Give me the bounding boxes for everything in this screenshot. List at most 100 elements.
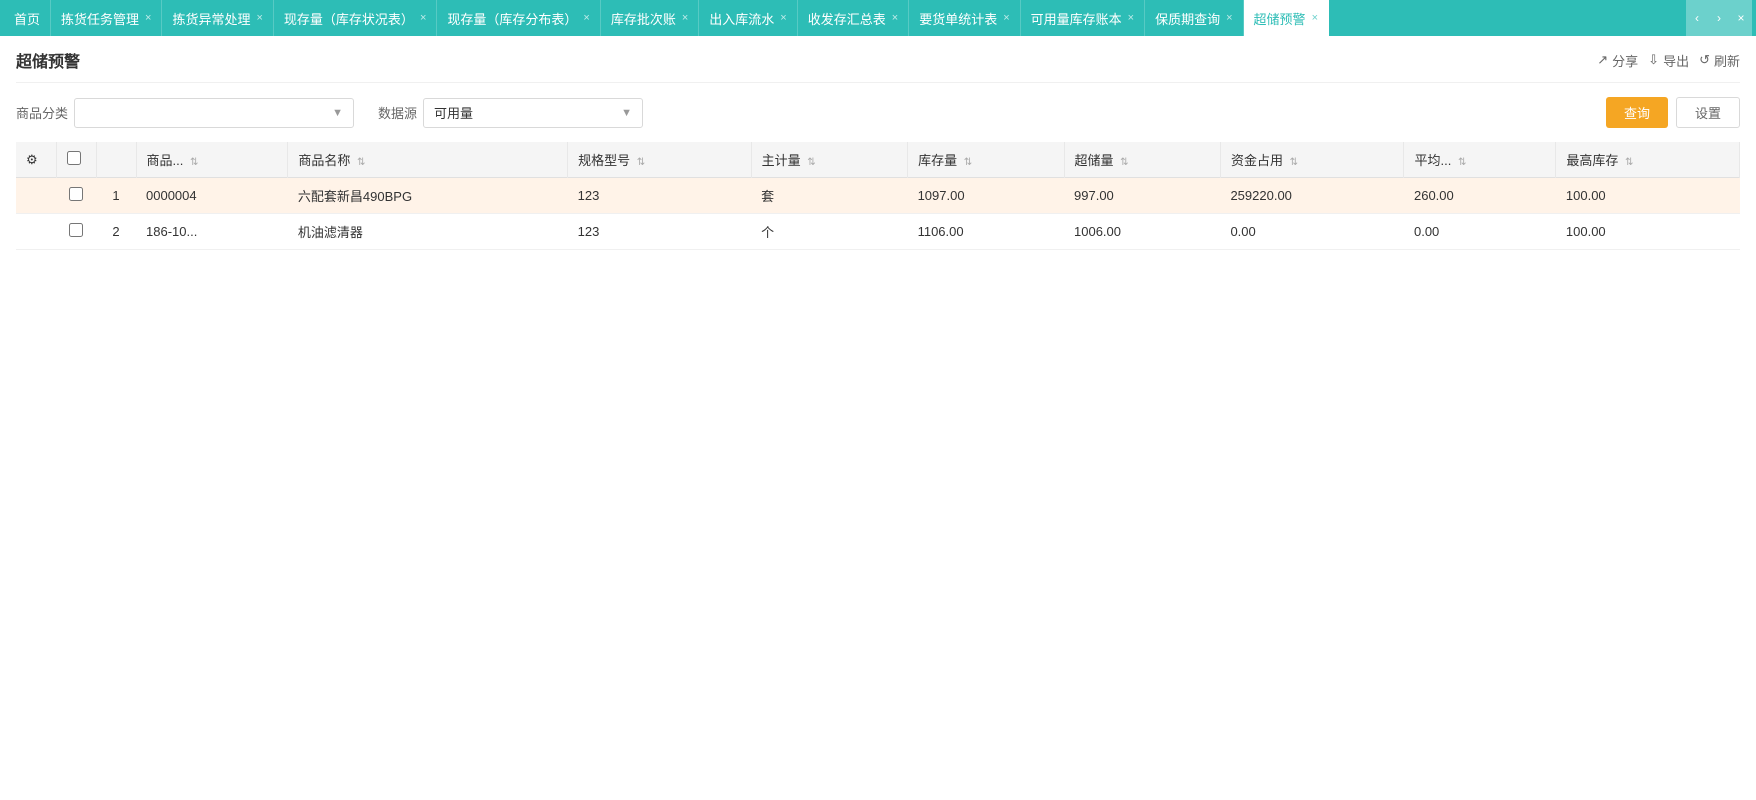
nav-tab-order-stats[interactable]: 要货单统计表 ×	[909, 0, 1020, 36]
nav-tab-pick-exception[interactable]: 拣货异常处理 ×	[162, 0, 273, 36]
th-maxstock[interactable]: 最高库存 ⇅	[1556, 142, 1740, 178]
close-icon[interactable]: ×	[256, 12, 262, 24]
row-unit: 个	[751, 214, 907, 250]
row-num: 1	[96, 178, 136, 214]
nav-arrow-right[interactable]: ›	[1708, 0, 1730, 36]
category-filter: 商品分类 ▼	[16, 98, 354, 128]
sort-icon: ⇅	[190, 157, 198, 168]
nav-tab-stock-status[interactable]: 现存量（库存状况表） ×	[274, 0, 437, 36]
row-maxstock: 100.00	[1556, 178, 1740, 214]
row-name: 六配套新昌490BPG	[288, 178, 568, 214]
filter-actions: 查询 设置	[1606, 97, 1740, 128]
close-icon[interactable]: ×	[1003, 12, 1009, 24]
nav-tab-home[interactable]: 首页	[4, 0, 51, 36]
close-icon[interactable]: ×	[1226, 12, 1232, 24]
th-code[interactable]: 商品... ⇅	[136, 142, 288, 178]
th-stock[interactable]: 库存量 ⇅	[908, 142, 1064, 178]
th-overstock-label: 超储量	[1075, 153, 1114, 168]
category-select[interactable]: ▼	[74, 98, 354, 128]
data-table: ⚙ 商品... ⇅ 商品名称 ⇅ 规格型号 ⇅	[16, 142, 1740, 250]
th-stock-label: 库存量	[918, 153, 957, 168]
th-avg[interactable]: 平均... ⇅	[1404, 142, 1556, 178]
th-name-label: 商品名称	[298, 153, 350, 168]
row-settings-cell	[16, 178, 56, 214]
th-spec[interactable]: 规格型号 ⇅	[568, 142, 752, 178]
table-header-row: ⚙ 商品... ⇅ 商品名称 ⇅ 规格型号 ⇅	[16, 142, 1740, 178]
th-checkbox[interactable]	[56, 142, 96, 178]
page-title: 超储预警	[16, 48, 80, 72]
chevron-down-icon: ▼	[332, 107, 343, 119]
settings-gear-icon: ⚙	[26, 152, 38, 167]
close-icon[interactable]: ×	[1312, 12, 1318, 24]
row-overstock: 997.00	[1064, 178, 1220, 214]
th-unit[interactable]: 主计量 ⇅	[751, 142, 907, 178]
datasource-select[interactable]: 可用量 ▼	[423, 98, 643, 128]
nav-arrows: ‹ › ×	[1686, 0, 1752, 36]
nav-tab-available-stock[interactable]: 可用量库存账本 ×	[1021, 0, 1145, 36]
sort-icon: ⇅	[1458, 157, 1466, 168]
close-icon[interactable]: ×	[682, 12, 688, 24]
share-button[interactable]: ↗ 分享	[1597, 51, 1638, 70]
close-icon[interactable]: ×	[583, 12, 589, 24]
row-unit: 套	[751, 178, 907, 214]
filter-row: 商品分类 ▼ 数据源 可用量 ▼ 查询 设置	[16, 83, 1740, 138]
sort-icon: ⇅	[1120, 157, 1128, 168]
row-capital: 0.00	[1220, 214, 1404, 250]
nav-tab-summary[interactable]: 收发存汇总表 ×	[798, 0, 909, 36]
close-icon[interactable]: ×	[420, 12, 426, 24]
export-button[interactable]: ⇩ 导出	[1648, 51, 1689, 70]
th-overstock[interactable]: 超储量 ⇅	[1064, 142, 1220, 178]
row-spec: 123	[568, 178, 752, 214]
header-actions: ↗ 分享 ⇩ 导出 ↺ 刷新	[1597, 51, 1740, 70]
close-icon[interactable]: ×	[780, 12, 786, 24]
nav-arrow-left[interactable]: ‹	[1686, 0, 1708, 36]
th-settings[interactable]: ⚙	[16, 142, 56, 178]
th-capital[interactable]: 资金占用 ⇅	[1220, 142, 1404, 178]
page-header: 超储预警 ↗ 分享 ⇩ 导出 ↺ 刷新	[16, 36, 1740, 83]
row-checkbox-cell[interactable]	[56, 214, 96, 250]
top-navigation: 首页 拣货任务管理 × 拣货异常处理 × 现存量（库存状况表） × 现存量（库存…	[0, 0, 1756, 36]
nav-tab-stock-dist[interactable]: 现存量（库存分布表） ×	[437, 0, 600, 36]
nav-tab-flow[interactable]: 出入库流水 ×	[699, 0, 797, 36]
th-code-label: 商品...	[147, 153, 184, 168]
th-maxstock-label: 最高库存	[1566, 153, 1618, 168]
category-label: 商品分类	[16, 103, 68, 122]
th-unit-label: 主计量	[762, 153, 801, 168]
row-num: 2	[96, 214, 136, 250]
refresh-button[interactable]: ↺ 刷新	[1699, 51, 1740, 70]
sort-icon: ⇅	[807, 157, 815, 168]
settings-button[interactable]: 设置	[1676, 97, 1740, 128]
nav-tab-pick-task[interactable]: 拣货任务管理 ×	[51, 0, 162, 36]
row-checkbox-cell[interactable]	[56, 178, 96, 214]
row-code: 186-10...	[136, 214, 288, 250]
page-content: 超储预警 ↗ 分享 ⇩ 导出 ↺ 刷新 商品分类 ▼ 数据源	[0, 36, 1756, 800]
datasource-select-value: 可用量	[434, 103, 473, 122]
table-row: 2 186-10... 机油滤清器 123 个 1106.00 1006.00 …	[16, 214, 1740, 250]
close-icon[interactable]: ×	[892, 12, 898, 24]
close-icon[interactable]: ×	[145, 12, 151, 24]
close-icon[interactable]: ×	[1128, 12, 1134, 24]
nav-tab-expiry[interactable]: 保质期查询 ×	[1145, 0, 1243, 36]
row-settings-cell	[16, 214, 56, 250]
nav-tab-stock-batch[interactable]: 库存批次账 ×	[601, 0, 699, 36]
nav-arrow-close[interactable]: ×	[1730, 0, 1752, 36]
row-checkbox[interactable]	[69, 223, 83, 237]
datasource-filter: 数据源 可用量 ▼	[378, 98, 643, 128]
th-capital-label: 资金占用	[1231, 153, 1283, 168]
row-avg: 260.00	[1404, 178, 1556, 214]
select-all-checkbox[interactable]	[67, 151, 81, 165]
sort-icon: ⇅	[357, 157, 365, 168]
table-row: 1 0000004 六配套新昌490BPG 123 套 1097.00 997.…	[16, 178, 1740, 214]
row-stock: 1106.00	[908, 214, 1064, 250]
th-spec-label: 规格型号	[578, 153, 630, 168]
sort-icon: ⇅	[964, 157, 972, 168]
nav-tab-overstock[interactable]: 超储预警 ×	[1244, 0, 1329, 36]
row-checkbox[interactable]	[69, 187, 83, 201]
row-avg: 0.00	[1404, 214, 1556, 250]
row-code: 0000004	[136, 178, 288, 214]
row-name: 机油滤清器	[288, 214, 568, 250]
query-button[interactable]: 查询	[1606, 97, 1668, 128]
refresh-icon: ↺	[1699, 52, 1710, 68]
sort-icon: ⇅	[637, 157, 645, 168]
th-name[interactable]: 商品名称 ⇅	[288, 142, 568, 178]
